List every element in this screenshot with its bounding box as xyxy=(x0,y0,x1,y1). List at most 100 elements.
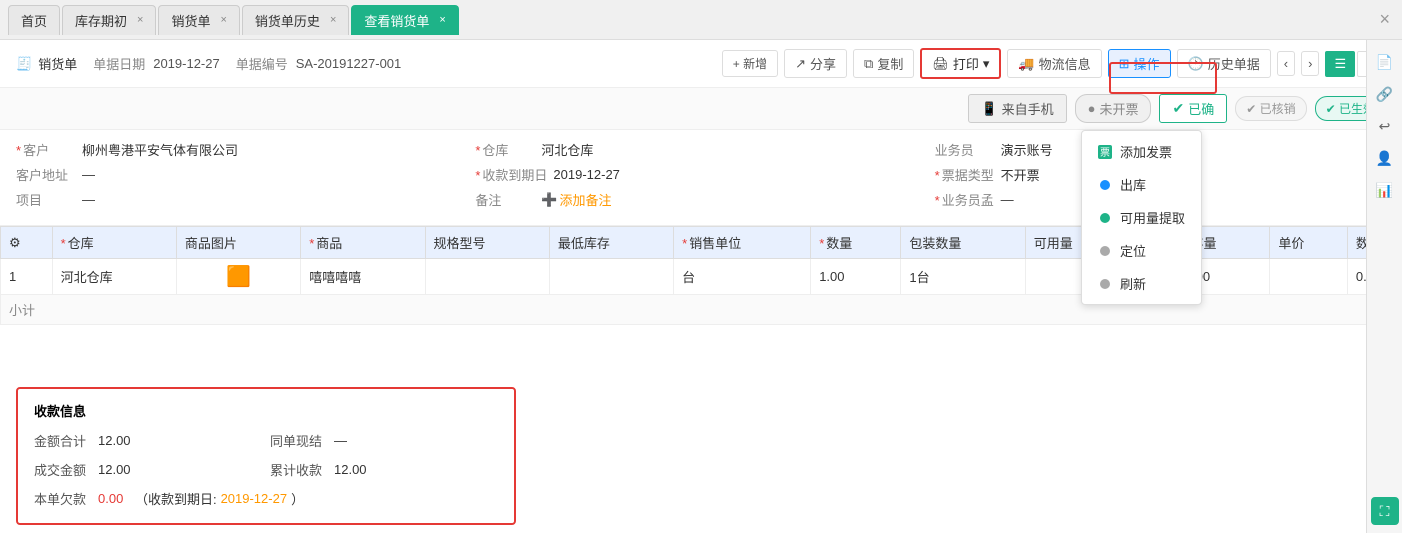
project-field: 项目 — xyxy=(16,190,467,209)
invoice-type-label: 票据类型 xyxy=(935,165,995,184)
dropdown-add-invoice[interactable]: 票 添加发票 xyxy=(1082,135,1201,168)
mobile-icon: 📱 xyxy=(981,101,997,117)
amount-total-label: 金额合计 xyxy=(34,431,94,450)
warehouse-label: 仓库 xyxy=(475,140,535,159)
list-view-button[interactable]: ☰ xyxy=(1325,51,1355,77)
copy-icon: ⧉ xyxy=(864,56,873,72)
staff-label: 业务员 xyxy=(935,140,995,159)
col-gear[interactable]: ⚙ xyxy=(1,227,53,259)
refresh-icon xyxy=(1098,277,1112,291)
toolbar-row: 📱 来自手机 ● 未开票 ✔ 已确 ✔ 已核销 ✔ 已生效 xyxy=(0,88,1402,130)
plus-icon: ➕ xyxy=(541,192,557,208)
tab-sales-history-close[interactable]: × xyxy=(330,14,336,26)
tab-view-sales-close[interactable]: × xyxy=(439,14,445,26)
copy-button[interactable]: ⧉ 复制 xyxy=(853,49,914,78)
note-label: 备注 xyxy=(475,190,535,209)
row-no: 1 xyxy=(1,259,53,295)
doc-type-label: 销货单 xyxy=(38,54,77,73)
prev-button[interactable]: ‹ xyxy=(1277,51,1295,76)
col-product: 商品 xyxy=(301,227,425,259)
due-note-end: ） xyxy=(291,489,304,508)
sidebar-doc-button[interactable]: 📄 xyxy=(1371,48,1399,76)
add-note-button[interactable]: ➕ 添加备注 xyxy=(541,190,611,209)
doc-no-group: 单据编号 SA-20191227-001 xyxy=(236,54,402,73)
deal-amount-value: 12.00 xyxy=(98,462,131,477)
product-image-icon: 🟧 xyxy=(226,266,251,288)
date-label: 单据日期 xyxy=(93,54,145,73)
outbound-label: 出库 xyxy=(1120,175,1146,194)
history-icon: 🕐 xyxy=(1188,56,1204,72)
ticket-icon: ● xyxy=(1088,101,1096,116)
sidebar-expand-button[interactable]: ⛶ xyxy=(1371,497,1399,525)
locate-label: 定位 xyxy=(1120,241,1146,260)
row-unit: 台 xyxy=(674,259,811,295)
due-value: 0.00 xyxy=(98,491,123,506)
tab-home[interactable]: 首页 xyxy=(8,5,60,35)
share-button[interactable]: ↗ 分享 xyxy=(784,49,847,78)
new-button[interactable]: + 新增 xyxy=(722,50,778,77)
col-price: 单价 xyxy=(1270,227,1347,259)
tab-sales-history[interactable]: 销货单历史 × xyxy=(242,5,349,35)
dropdown-outbound[interactable]: 出库 xyxy=(1082,168,1201,201)
print-icon: 🖨 xyxy=(932,56,949,72)
col-min-stock: 最低库存 xyxy=(549,227,673,259)
from-mobile-button[interactable]: 📱 来自手机 xyxy=(968,94,1066,123)
cancelled-badge[interactable]: ✔ 已核销 xyxy=(1235,96,1306,121)
sidebar-link-button[interactable]: 🔗 xyxy=(1371,80,1399,108)
no-value: SA-20191227-001 xyxy=(296,56,402,71)
due-note-text: （收款到期日: xyxy=(135,489,217,508)
gear-icon[interactable]: ⚙ xyxy=(9,235,21,250)
history-button[interactable]: 🕐 历史单据 xyxy=(1177,49,1271,78)
dropdown-avail-extract[interactable]: 可用量提取 xyxy=(1082,201,1201,234)
project-label: 项目 xyxy=(16,190,76,209)
refresh-label: 刷新 xyxy=(1120,274,1146,293)
tab-view-sales[interactable]: 查看销货单 × xyxy=(351,5,458,35)
payment-grid: 金额合计 12.00 同单现结 — 成交金额 12.00 累计收款 12.00 … xyxy=(34,428,498,511)
payment-date-value: 2019-12-27 xyxy=(553,167,620,182)
print-button[interactable]: 🖨 打印 ▾ xyxy=(920,48,1001,79)
tab-sales-order[interactable]: 销货单 × xyxy=(158,5,239,35)
add-invoice-icon: 票 xyxy=(1098,145,1112,159)
tab-inventory-init-close[interactable]: × xyxy=(137,14,143,26)
tab-bar: 首页 库存期初 × 销货单 × 销货单历史 × 查看销货单 × × xyxy=(0,0,1402,40)
sidebar-chart-button[interactable]: 📊 xyxy=(1371,176,1399,204)
dropdown-menu: 票 添加发票 出库 可用量提取 定位 刷新 xyxy=(1081,130,1202,305)
check-icon: ✔ xyxy=(1172,100,1184,117)
tab-home-label: 首页 xyxy=(21,11,47,30)
tab-sales-order-label: 销货单 xyxy=(171,11,210,30)
doc-title-group: 🧾 销货单 xyxy=(16,54,77,73)
window-close-button[interactable]: × xyxy=(1379,9,1390,30)
tab-sales-order-close[interactable]: × xyxy=(220,14,226,26)
customer-field: 客户 柳州粤港平安气体有限公司 xyxy=(16,140,467,159)
operate-button[interactable]: ⊞ 操作 xyxy=(1108,49,1171,78)
dropdown-locate[interactable]: 定位 xyxy=(1082,234,1201,267)
logistics-button[interactable]: 🚚 物流信息 xyxy=(1007,49,1101,78)
tab-view-sales-label: 查看销货单 xyxy=(364,11,429,30)
tab-inventory-init[interactable]: 库存期初 × xyxy=(62,5,156,35)
col-spec: 规格型号 xyxy=(425,227,549,259)
sidebar-return-button[interactable]: ↩ xyxy=(1371,112,1399,140)
amount-total-value: 12.00 xyxy=(98,433,131,448)
dropdown-refresh[interactable]: 刷新 xyxy=(1082,267,1201,300)
amount-total-item: 金额合计 12.00 xyxy=(34,428,262,453)
logistics-icon: 🚚 xyxy=(1018,56,1034,72)
address-label: 客户地址 xyxy=(16,165,76,184)
share-icon: ↗ xyxy=(795,56,806,72)
customer-label: 客户 xyxy=(16,140,76,159)
due-label: 本单欠款 xyxy=(34,489,94,508)
doc-date-group: 单据日期 2019-12-27 xyxy=(93,54,220,73)
doc-actions: + 新增 ↗ 分享 ⧉ 复制 🖨 打印 ▾ 🚚 物流信息 xyxy=(722,48,1386,79)
row-price xyxy=(1270,259,1347,295)
confirm-button[interactable]: ✔ 已确 xyxy=(1159,94,1227,123)
warehouse-field: 仓库 河北仓库 xyxy=(475,140,926,159)
avail-extract-label: 可用量提取 xyxy=(1120,208,1185,227)
not-open-ticket-button[interactable]: ● 未开票 xyxy=(1075,94,1152,123)
next-button[interactable]: › xyxy=(1301,51,1319,76)
sidebar-user-button[interactable]: 👤 xyxy=(1371,144,1399,172)
doc-header: 🧾 销货单 单据日期 2019-12-27 单据编号 SA-20191227-0… xyxy=(0,40,1402,88)
col-warehouse: 仓库 xyxy=(52,227,176,259)
same-order-value: — xyxy=(334,433,347,448)
avail-extract-icon xyxy=(1098,211,1112,225)
outbound-icon xyxy=(1098,178,1112,192)
deal-amount-item: 成交金额 12.00 xyxy=(34,457,262,482)
